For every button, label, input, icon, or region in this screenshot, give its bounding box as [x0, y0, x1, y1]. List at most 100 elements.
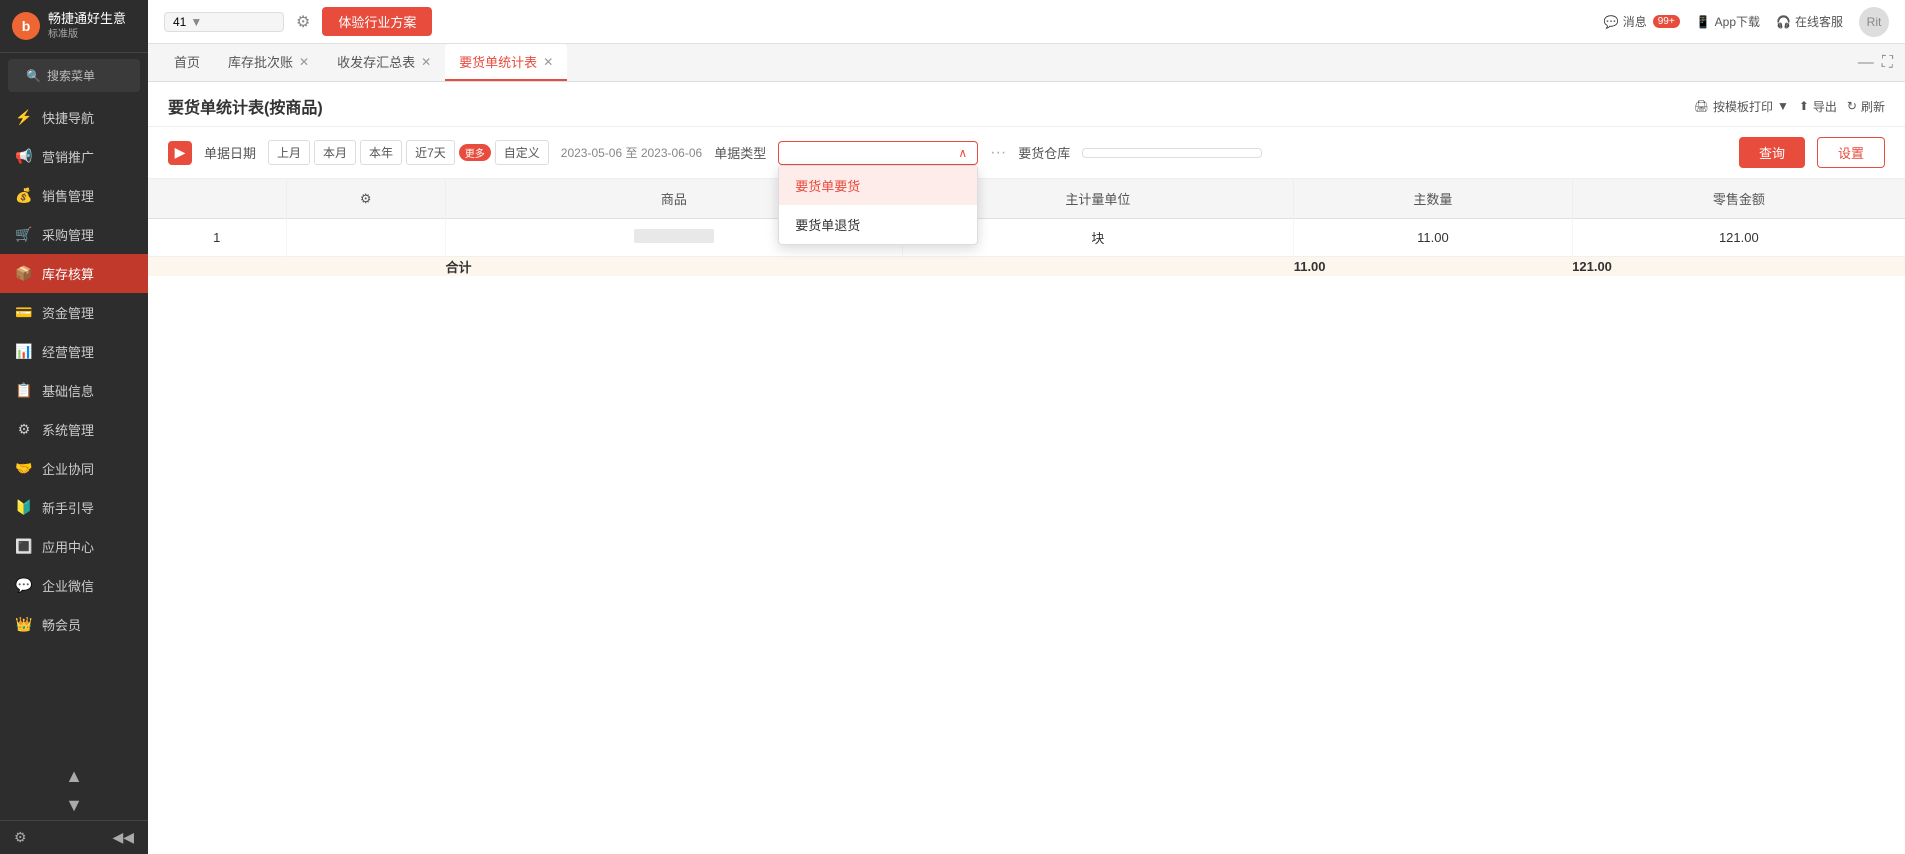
sidebar-item-sales[interactable]: 💰 销售管理: [0, 176, 148, 215]
sidebar-scroll-down[interactable]: ▼: [0, 791, 148, 820]
messages-badge: 99+: [1653, 15, 1680, 28]
enterprise-icon: 🤝: [14, 460, 34, 477]
tab-order-summary-label: 要货单统计表: [459, 52, 537, 71]
app-name: 畅捷通好生意: [48, 10, 126, 28]
tab-expand-icon[interactable]: ⛶: [1882, 54, 1893, 72]
messages-btn[interactable]: 💬 消息 99+: [1604, 13, 1680, 30]
date-filter-label: 单据日期: [204, 143, 256, 162]
sidebar-item-appstore[interactable]: 🔳 应用中心: [0, 527, 148, 566]
expand-icon: ▶: [175, 144, 186, 161]
date-btn-this-month[interactable]: 本月: [314, 140, 356, 165]
summary-quantity: 11.00: [1294, 257, 1572, 277]
tab-order-summary[interactable]: 要货单统计表 ✕: [445, 44, 567, 81]
date-range: 2023-05-06 至 2023-06-06: [561, 144, 702, 161]
sidebar-search[interactable]: 🔍 搜索菜单: [8, 59, 140, 92]
topbar: 41 ▼ ⚙ 体验行业方案 💬 消息 99+ 📱 App下载 🎧 在线客服 Ri…: [148, 0, 1905, 44]
chevron-up-icon: ∧: [958, 146, 967, 160]
sidebar-collapse-btn[interactable]: ◀◀: [112, 829, 134, 846]
tab-close-inventory-batch[interactable]: ✕: [299, 56, 309, 68]
date-more-badge[interactable]: 更多: [459, 144, 491, 161]
page-content: 要货单统计表(按商品) 🖨 按模板打印 ▼ ⬆ 导出 ↻ 刷新: [148, 82, 1905, 854]
sidebar-scroll-up[interactable]: ▲: [0, 762, 148, 791]
sidebar-item-enterprise[interactable]: 🤝 企业协同: [0, 449, 148, 488]
tab-inventory-batch-label: 库存批次账: [228, 52, 293, 71]
page-actions: 🖨 按模板打印 ▼ ⬆ 导出 ↻ 刷新: [1694, 98, 1885, 115]
user-avatar[interactable]: Rit: [1859, 7, 1889, 37]
date-btn-custom[interactable]: 自定义: [495, 140, 549, 165]
sidebar-item-label: 基础信息: [42, 381, 94, 400]
sidebar-item-inventory[interactable]: 📦 库存核算: [0, 254, 148, 293]
sidebar-item-finance[interactable]: 💳 资金管理: [0, 293, 148, 332]
sidebar-item-operation[interactable]: 📊 经营管理: [0, 332, 148, 371]
summary-label: 合计: [445, 257, 902, 277]
topbar-left: 41 ▼ ⚙ 体验行业方案: [164, 7, 432, 36]
selector-value: 41: [173, 15, 186, 29]
sidebar-item-label: 经营管理: [42, 342, 94, 361]
type-filter-select[interactable]: ∧: [778, 141, 978, 165]
sidebar-item-system[interactable]: ⚙ 系统管理: [0, 410, 148, 449]
table-body: 1 块 11.00 121.00: [148, 219, 1905, 257]
user-name: Rit: [1867, 15, 1882, 29]
tabs-actions: — ⛶: [1858, 54, 1893, 72]
sidebar-item-member[interactable]: 👑 畅会员: [0, 605, 148, 644]
print-icon: 🖨: [1694, 99, 1709, 113]
summary-amount: 121.00: [1572, 257, 1905, 277]
search-icon: 🔍: [26, 69, 41, 83]
cell-seq: 1: [148, 219, 286, 257]
refresh-btn[interactable]: ↻ 刷新: [1847, 98, 1885, 115]
trial-btn[interactable]: 体验行业方案: [322, 7, 432, 36]
th-gear[interactable]: ⚙: [286, 179, 445, 219]
type-filter-wrapper: ∧ 要货单要货 要货单退货: [778, 141, 978, 165]
sidebar-bottom: ⚙ ◀◀: [0, 820, 148, 854]
sidebar-item-wechat[interactable]: 💬 企业微信: [0, 566, 148, 605]
tab-close-receive-summary[interactable]: ✕: [421, 56, 431, 68]
app-version: 标准版: [48, 28, 126, 42]
messages-icon: 💬: [1604, 15, 1619, 29]
sidebar-item-marketing[interactable]: 📢 营销推广: [0, 137, 148, 176]
sidebar-item-purchase[interactable]: 🛒 采购管理: [0, 215, 148, 254]
export-btn[interactable]: ⬆ 导出: [1799, 98, 1837, 115]
guide-icon: 🔰: [14, 499, 34, 516]
sidebar-item-quick-nav[interactable]: ⚡ 快捷导航: [0, 98, 148, 137]
app-download-btn[interactable]: 📱 App下载: [1696, 13, 1760, 30]
warehouse-filter-select[interactable]: [1082, 148, 1262, 158]
summary-row: 合计 11.00 121.00: [148, 257, 1905, 277]
sidebar-logo-text: 畅捷通好生意 标准版: [48, 10, 126, 42]
filter-settings-btn[interactable]: 设置: [1817, 137, 1885, 168]
tab-receive-summary[interactable]: 收发存汇总表 ✕: [323, 44, 445, 81]
sidebar-item-guide[interactable]: 🔰 新手引导: [0, 488, 148, 527]
query-btn[interactable]: 查询: [1739, 137, 1805, 168]
topbar-gear-icon[interactable]: ⚙: [296, 12, 310, 32]
date-buttons: 上月 本月 本年 近7天 更多 自定义: [268, 140, 549, 165]
sidebar-item-label: 采购管理: [42, 225, 94, 244]
service-label: 在线客服: [1795, 13, 1843, 30]
marketing-icon: 📢: [14, 148, 34, 165]
service-btn[interactable]: 🎧 在线客服: [1776, 13, 1843, 30]
warehouse-filter-label: 要货仓库: [1018, 143, 1070, 162]
inventory-icon: 📦: [14, 265, 34, 282]
sidebar-settings-btn[interactable]: ⚙: [14, 829, 27, 846]
dropdown-item-order-return[interactable]: 要货单退货: [779, 205, 977, 244]
print-template-btn[interactable]: 🖨 按模板打印 ▼: [1694, 98, 1789, 115]
tab-minimize-icon[interactable]: —: [1858, 54, 1874, 72]
refresh-icon: ↻: [1847, 99, 1857, 113]
tab-close-order-summary[interactable]: ✕: [543, 56, 553, 68]
headset-icon: 🎧: [1776, 15, 1791, 29]
filter-expand-btn[interactable]: ▶: [168, 141, 192, 165]
tab-inventory-batch[interactable]: 库存批次账 ✕: [214, 44, 323, 81]
sidebar-item-basic[interactable]: 📋 基础信息: [0, 371, 148, 410]
tab-home[interactable]: 首页: [160, 44, 214, 81]
date-btn-7days[interactable]: 近7天: [406, 140, 455, 165]
dropdown-item-order-goods[interactable]: 要货单要货: [779, 166, 977, 205]
sidebar-item-label: 系统管理: [42, 420, 94, 439]
tab-home-label: 首页: [174, 52, 200, 71]
table-wrapper: ⚙ 商品 主计量单位 主数量 零售金额 1 块: [148, 179, 1905, 276]
date-btn-last-month[interactable]: 上月: [268, 140, 310, 165]
filter-more-btn[interactable]: ···: [990, 144, 1006, 162]
print-template-label: 按模板打印: [1713, 98, 1773, 115]
quick-nav-icon: ⚡: [14, 109, 34, 126]
table-footer: 合计 11.00 121.00: [148, 257, 1905, 277]
date-btn-this-year[interactable]: 本年: [360, 140, 402, 165]
topbar-selector[interactable]: 41 ▼: [164, 12, 284, 32]
sidebar-nav: ⚡ 快捷导航 📢 营销推广 💰 销售管理 🛒 采购管理 📦 库存核算 💳 资金管…: [0, 98, 148, 762]
